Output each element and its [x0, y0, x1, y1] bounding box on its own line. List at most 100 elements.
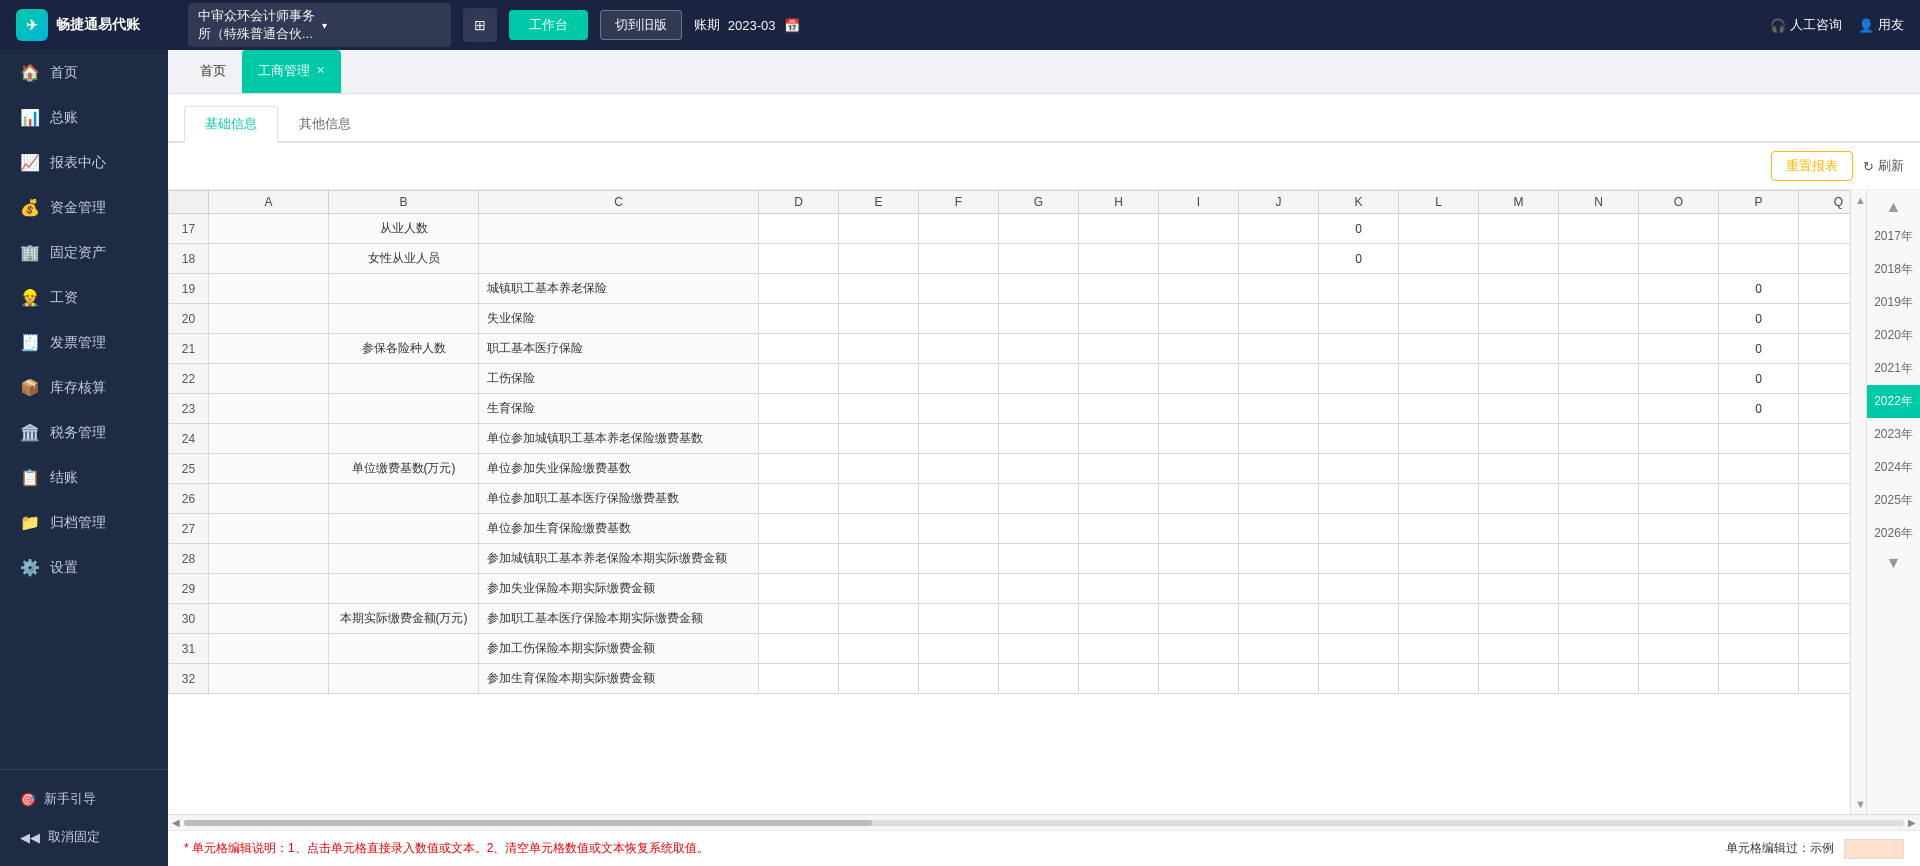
tab-commerce[interactable]: 工商管理 ✕ — [242, 50, 341, 93]
sidebar-item-assets[interactable]: 🏢 固定资产 — [0, 230, 168, 275]
cell-27-n[interactable] — [1559, 514, 1639, 544]
cell-25-d[interactable] — [759, 454, 839, 484]
cell-27-l[interactable] — [1399, 514, 1479, 544]
cell-30-g[interactable] — [999, 604, 1079, 634]
cell-23-l[interactable] — [1399, 394, 1479, 424]
company-selector[interactable]: 中审众环会计师事务所（特殊普通合伙... ▾ — [188, 3, 451, 47]
cell-27-k[interactable] — [1319, 514, 1399, 544]
cell-31-n[interactable] — [1559, 634, 1639, 664]
cell-20-m[interactable] — [1479, 304, 1559, 334]
cell-23-q[interactable] — [1799, 394, 1851, 424]
cell-30-j[interactable] — [1239, 604, 1319, 634]
cell-31-o[interactable] — [1639, 634, 1719, 664]
cell-30-k[interactable] — [1319, 604, 1399, 634]
cell-18-n[interactable] — [1559, 244, 1639, 274]
cell-26-g[interactable] — [999, 484, 1079, 514]
cell-27-i[interactable] — [1159, 514, 1239, 544]
cell-21-e[interactable] — [839, 334, 919, 364]
cell-31-h[interactable] — [1079, 634, 1159, 664]
cell-25-q[interactable] — [1799, 454, 1851, 484]
h-scroll-area[interactable]: ◀ ▶ — [168, 814, 1920, 830]
refresh-button[interactable]: ↻ 刷新 — [1863, 157, 1904, 175]
cell-29-d[interactable] — [759, 574, 839, 604]
cell-23-f[interactable] — [919, 394, 999, 424]
cell-25-h[interactable] — [1079, 454, 1159, 484]
sidebar-item-tax[interactable]: 🏛️ 税务管理 — [0, 410, 168, 455]
sidebar-item-invoice[interactable]: 🧾 发票管理 — [0, 320, 168, 365]
cell-28-c[interactable]: 参加城镇职工基本养老保险本期实际缴费金额 — [479, 544, 759, 574]
cell-27-e[interactable] — [839, 514, 919, 544]
reset-report-button[interactable]: 重置报表 — [1771, 151, 1853, 181]
cell-18-l[interactable] — [1399, 244, 1479, 274]
cell-29-a[interactable] — [209, 574, 329, 604]
cell-19-c[interactable]: 城镇职工基本养老保险 — [479, 274, 759, 304]
sidebar-item-unpin[interactable]: ◀◀ 取消固定 — [0, 818, 168, 856]
cell-21-d[interactable] — [759, 334, 839, 364]
cell-32-d[interactable] — [759, 664, 839, 694]
cell-32-n[interactable] — [1559, 664, 1639, 694]
tab-home[interactable]: 首页 — [184, 50, 242, 93]
cell-19-h[interactable] — [1079, 274, 1159, 304]
cell-28-l[interactable] — [1399, 544, 1479, 574]
cell-28-p[interactable] — [1719, 544, 1799, 574]
cell-24-o[interactable] — [1639, 424, 1719, 454]
year-item-2023[interactable]: 2023年 — [1867, 418, 1920, 451]
cell-21-m[interactable] — [1479, 334, 1559, 364]
cell-20-h[interactable] — [1079, 304, 1159, 334]
cell-19-j[interactable] — [1239, 274, 1319, 304]
cell-23-i[interactable] — [1159, 394, 1239, 424]
cell-30-p[interactable] — [1719, 604, 1799, 634]
cell-20-p[interactable]: 0 — [1719, 304, 1799, 334]
cell-30-c[interactable]: 参加职工基本医疗保险本期实际缴费金额 — [479, 604, 759, 634]
cell-23-e[interactable] — [839, 394, 919, 424]
cell-26-i[interactable] — [1159, 484, 1239, 514]
cell-31-e[interactable] — [839, 634, 919, 664]
cell-25-e[interactable] — [839, 454, 919, 484]
cell-17-h[interactable] — [1079, 214, 1159, 244]
cell-24-q[interactable] — [1799, 424, 1851, 454]
cell-27-m[interactable] — [1479, 514, 1559, 544]
cell-30-e[interactable] — [839, 604, 919, 634]
cell-17-o[interactable] — [1639, 214, 1719, 244]
cell-32-f[interactable] — [919, 664, 999, 694]
cell-19-a[interactable] — [209, 274, 329, 304]
cell-29-p[interactable] — [1719, 574, 1799, 604]
copy-button[interactable]: ⊞ — [463, 8, 497, 42]
cell-31-k[interactable] — [1319, 634, 1399, 664]
cell-17-d[interactable] — [759, 214, 839, 244]
cell-25-j[interactable] — [1239, 454, 1319, 484]
cell-19-g[interactable] — [999, 274, 1079, 304]
year-panel-up-arrow[interactable]: ▲ — [1882, 194, 1906, 220]
cell-32-o[interactable] — [1639, 664, 1719, 694]
cell-27-a[interactable] — [209, 514, 329, 544]
cell-32-e[interactable] — [839, 664, 919, 694]
cell-23-k[interactable] — [1319, 394, 1399, 424]
cell-20-j[interactable] — [1239, 304, 1319, 334]
cell-21-l[interactable] — [1399, 334, 1479, 364]
cell-28-j[interactable] — [1239, 544, 1319, 574]
sidebar-item-settings[interactable]: ⚙️ 设置 — [0, 545, 168, 590]
cell-28-q[interactable] — [1799, 544, 1851, 574]
cell-17-l[interactable] — [1399, 214, 1479, 244]
cell-19-i[interactable] — [1159, 274, 1239, 304]
cell-26-q[interactable] — [1799, 484, 1851, 514]
cell-21-a[interactable] — [209, 334, 329, 364]
cell-20-b[interactable] — [329, 304, 479, 334]
cell-18-h[interactable] — [1079, 244, 1159, 274]
cell-23-n[interactable] — [1559, 394, 1639, 424]
cell-25-k[interactable] — [1319, 454, 1399, 484]
cell-25-l[interactable] — [1399, 454, 1479, 484]
workbench-button[interactable]: 工作台 — [509, 10, 588, 40]
year-item-2021[interactable]: 2021年 — [1867, 352, 1920, 385]
scroll-up-arrow[interactable]: ▲ — [1851, 190, 1866, 210]
cell-22-n[interactable] — [1559, 364, 1639, 394]
cell-25-g[interactable] — [999, 454, 1079, 484]
cell-21-h[interactable] — [1079, 334, 1159, 364]
cell-17-m[interactable] — [1479, 214, 1559, 244]
cell-29-f[interactable] — [919, 574, 999, 604]
cell-25-m[interactable] — [1479, 454, 1559, 484]
cell-23-a[interactable] — [209, 394, 329, 424]
cell-31-a[interactable] — [209, 634, 329, 664]
cell-24-n[interactable] — [1559, 424, 1639, 454]
cell-31-m[interactable] — [1479, 634, 1559, 664]
